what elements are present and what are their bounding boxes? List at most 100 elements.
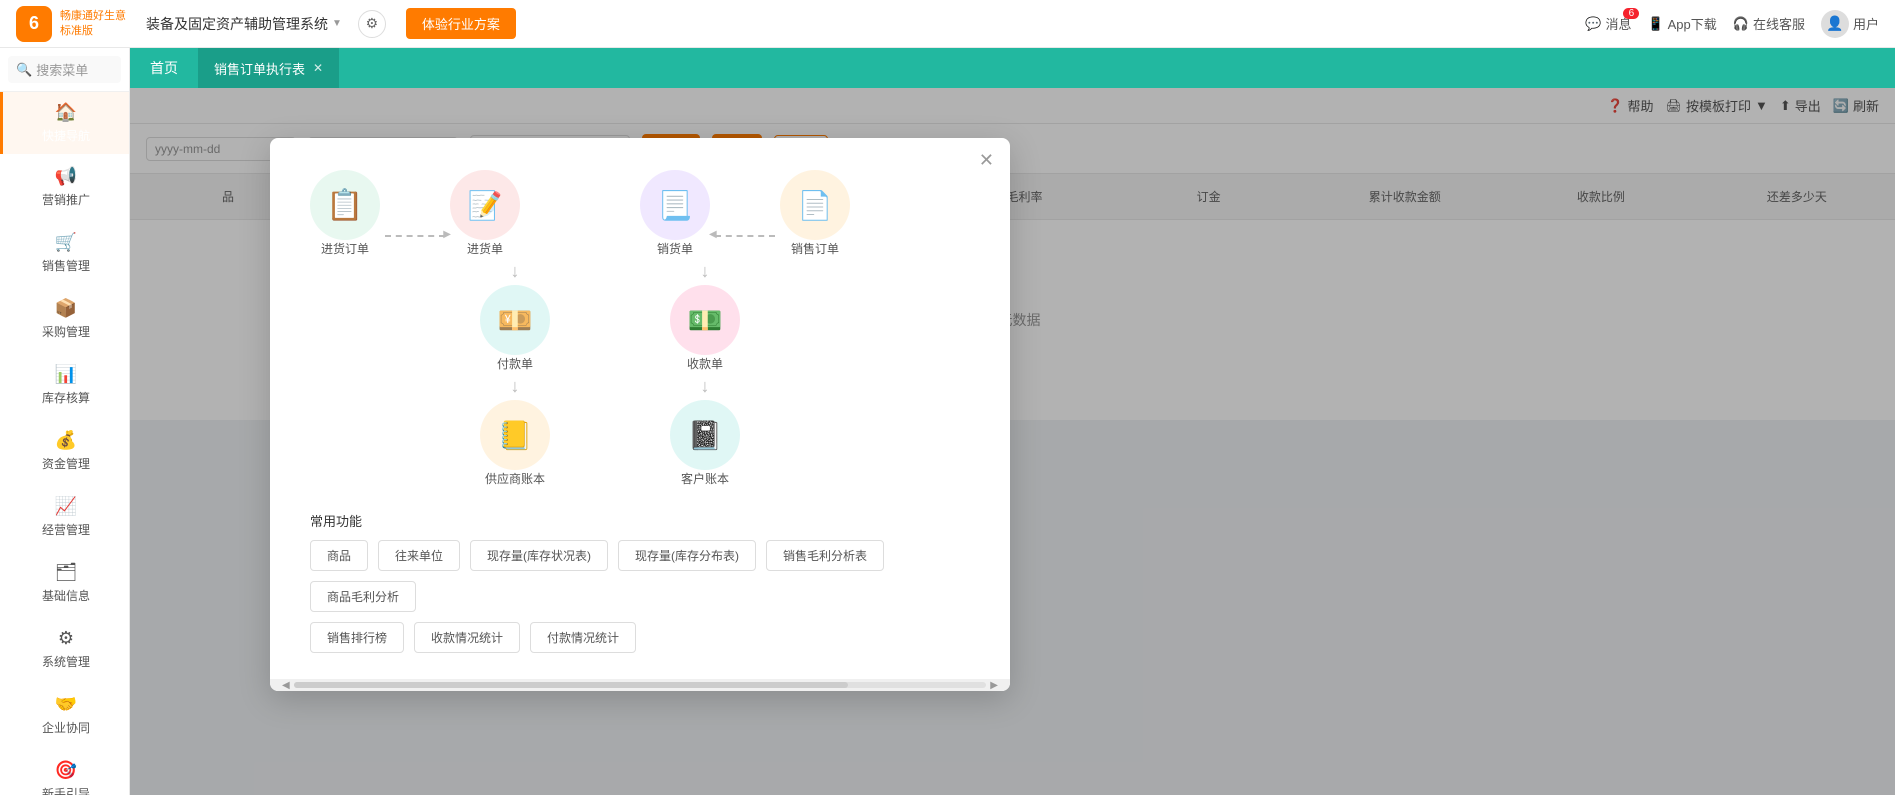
func-btn-product[interactable]: 商品 xyxy=(310,540,368,571)
tab-home[interactable]: 首页 xyxy=(130,48,198,88)
top-right-area: 💬 消息 6 📱 App下载 🎧 在线客服 👤 用户 xyxy=(1585,10,1879,38)
message-badge: 6 xyxy=(1623,8,1639,19)
purchase-bill-icon: 📝 xyxy=(450,170,520,240)
tab-bar: 首页 销售订单执行表 ✕ xyxy=(130,48,1895,88)
headset-icon: 🎧 xyxy=(1733,16,1749,32)
system-title-dropdown[interactable]: 装备及固定资产辅助管理系统 ▼ xyxy=(146,14,342,34)
purchase-order-icon: 📋 xyxy=(310,170,380,240)
sales-bill-label: 销货单 xyxy=(657,240,693,257)
flow-node-sales-bill[interactable]: 📃 销货单 xyxy=(640,170,710,257)
flow-node-receipt[interactable]: 💵 收款单 xyxy=(670,285,740,372)
sidebar-item-sales[interactable]: 🛒 销售管理 xyxy=(0,220,129,286)
func-btn-product-profit[interactable]: 商品毛利分析 xyxy=(310,581,416,612)
sidebar-item-cooperation[interactable]: 🤝 企业协同 xyxy=(0,682,129,748)
sidebar-item-finance[interactable]: 💰 资金管理 xyxy=(0,418,129,484)
func-btn-sales-profit[interactable]: 销售毛利分析表 xyxy=(766,540,884,571)
search-label: 搜索菜单 xyxy=(36,60,88,79)
common-functions-title: 常用功能 xyxy=(310,511,970,530)
finance-icon: 💰 xyxy=(55,430,77,451)
logo-icon: 6 xyxy=(16,6,52,42)
func-btn-partner[interactable]: 往来单位 xyxy=(378,540,460,571)
tab-close-icon[interactable]: ✕ xyxy=(313,61,323,75)
common-functions-section: 常用功能 商品 往来单位 现存量(库存状况表) 现存量(库存分布表) 销售毛利分… xyxy=(270,503,1010,679)
logo: 6 畅康通好生意 标准版 xyxy=(16,6,146,42)
sidebar-item-label: 资金管理 xyxy=(42,455,90,472)
sidebar-item-label: 新手引导 xyxy=(42,785,90,795)
flow-node-purchase-order[interactable]: 📋 进货订单 xyxy=(310,170,380,257)
sidebar-item-label: 营销推广 xyxy=(42,191,90,208)
purchase-order-label: 进货订单 xyxy=(321,240,369,257)
gear-button[interactable]: ⚙ xyxy=(358,10,386,38)
sidebar-item-system[interactable]: ⚙ 系统管理 xyxy=(0,616,129,682)
app-download-button[interactable]: 📱 App下载 xyxy=(1647,14,1716,33)
function-row-1: 商品 往来单位 现存量(库存状况表) 现存量(库存分布表) 销售毛利分析表 商品… xyxy=(310,540,970,612)
sidebar-item-purchase[interactable]: 📦 采购管理 xyxy=(0,286,129,352)
home-icon: 🏠 xyxy=(55,102,77,123)
sales-icon: 🛒 xyxy=(55,232,77,253)
scroll-track xyxy=(294,682,987,688)
flow-node-payment[interactable]: 💴 付款单 xyxy=(480,285,550,372)
modal-overlay: ✕ 📋 进货订单 xyxy=(130,88,1895,795)
search-menu[interactable]: 🔍 搜索菜单 xyxy=(0,48,129,92)
system-icon: ⚙ xyxy=(58,628,74,649)
message-icon: 💬 xyxy=(1585,16,1601,32)
flow-node-customer-account[interactable]: 📓 客户账本 xyxy=(670,400,740,487)
customer-account-label: 客户账本 xyxy=(681,470,729,487)
sales-bill-icon: 📃 xyxy=(640,170,710,240)
search-icon: 🔍 xyxy=(16,62,32,78)
func-btn-sales-ranking[interactable]: 销售排行榜 xyxy=(310,622,404,653)
page-content: ❓ 帮助 🖨 按模板打印 ▼ ⬆ 导出 🔄 刷新 xyxy=(130,88,1895,795)
sidebar-item-label: 企业协同 xyxy=(42,719,90,736)
sidebar-item-label: 库存核算 xyxy=(42,389,90,406)
tutorial-icon: 🎯 xyxy=(55,760,77,781)
sidebar-item-label: 系统管理 xyxy=(42,653,90,670)
cooperation-icon: 🤝 xyxy=(55,694,77,715)
flow-section: 📋 进货订单 ▶ xyxy=(270,138,1010,503)
avatar: 👤 xyxy=(1821,10,1849,38)
func-btn-payment-stats[interactable]: 付款情况统计 xyxy=(530,622,636,653)
marketing-icon: 📢 xyxy=(55,166,77,187)
func-btn-inventory-status[interactable]: 现存量(库存状况表) xyxy=(470,540,608,571)
function-row-2: 销售排行榜 收款情况统计 付款情况统计 xyxy=(310,622,970,653)
system-title-text: 装备及固定资产辅助管理系统 xyxy=(146,14,328,34)
sidebar-item-basic-info[interactable]: 🗂 基础信息 xyxy=(0,550,129,616)
sidebar-item-label: 销售管理 xyxy=(42,257,90,274)
sales-order-icon: 📄 xyxy=(780,170,850,240)
flow-modal: ✕ 📋 进货订单 xyxy=(270,138,1010,691)
flow-node-purchase-bill[interactable]: 📝 进货单 xyxy=(450,170,520,257)
payment-label: 付款单 xyxy=(497,355,533,372)
online-service-button[interactable]: 🎧 在线客服 xyxy=(1733,14,1805,33)
flow-node-sales-order[interactable]: 📄 销售订单 xyxy=(780,170,850,257)
func-btn-inventory-dist[interactable]: 现存量(库存分布表) xyxy=(618,540,756,571)
func-btn-receipt-stats[interactable]: 收款情况统计 xyxy=(414,622,520,653)
management-icon: 📈 xyxy=(55,496,77,517)
sidebar: 🔍 搜索菜单 🏠 快捷导航 📢 营销推广 🛒 销售管理 📦 采购管理 xyxy=(0,48,130,795)
modal-close-button[interactable]: ✕ xyxy=(979,150,994,171)
info-icon: 🗂 xyxy=(55,562,78,583)
purchase-bill-label: 进货单 xyxy=(467,240,503,257)
purchase-icon: 📦 xyxy=(55,298,77,319)
flow-node-supplier-account[interactable]: 📒 供应商账本 xyxy=(480,400,550,487)
logo-text: 畅康通好生意 标准版 xyxy=(60,9,126,38)
trial-button[interactable]: 体验行业方案 xyxy=(406,8,516,39)
sidebar-item-marketing[interactable]: 📢 营销推广 xyxy=(0,154,129,220)
scroll-right-arrow[interactable]: ▶ xyxy=(986,680,1002,691)
message-button[interactable]: 💬 消息 6 xyxy=(1585,14,1631,33)
scroll-left-arrow[interactable]: ◀ xyxy=(278,680,294,691)
modal-scrollbar[interactable]: ◀ ▶ xyxy=(270,679,1010,691)
supplier-account-label: 供应商账本 xyxy=(485,470,545,487)
sidebar-item-inventory[interactable]: 📊 库存核算 xyxy=(0,352,129,418)
user-menu[interactable]: 👤 用户 xyxy=(1821,10,1879,38)
sidebar-item-label: 经营管理 xyxy=(42,521,90,538)
chevron-down-icon: ▼ xyxy=(332,18,342,29)
sidebar-item-label: 采购管理 xyxy=(42,323,90,340)
sidebar-item-management[interactable]: 📈 经营管理 xyxy=(0,484,129,550)
sidebar-item-tutorial[interactable]: 🎯 新手引导 xyxy=(0,748,129,795)
scroll-thumb xyxy=(294,682,848,688)
receipt-label: 收款单 xyxy=(687,355,723,372)
system-title-area: 装备及固定资产辅助管理系统 ▼ ⚙ 体验行业方案 xyxy=(146,8,516,39)
sidebar-item-label: 快捷导航 xyxy=(42,127,90,144)
sidebar-item-label: 基础信息 xyxy=(42,587,90,604)
tab-sales-order[interactable]: 销售订单执行表 ✕ xyxy=(198,48,339,88)
sidebar-item-quick-nav[interactable]: 🏠 快捷导航 xyxy=(0,92,129,154)
